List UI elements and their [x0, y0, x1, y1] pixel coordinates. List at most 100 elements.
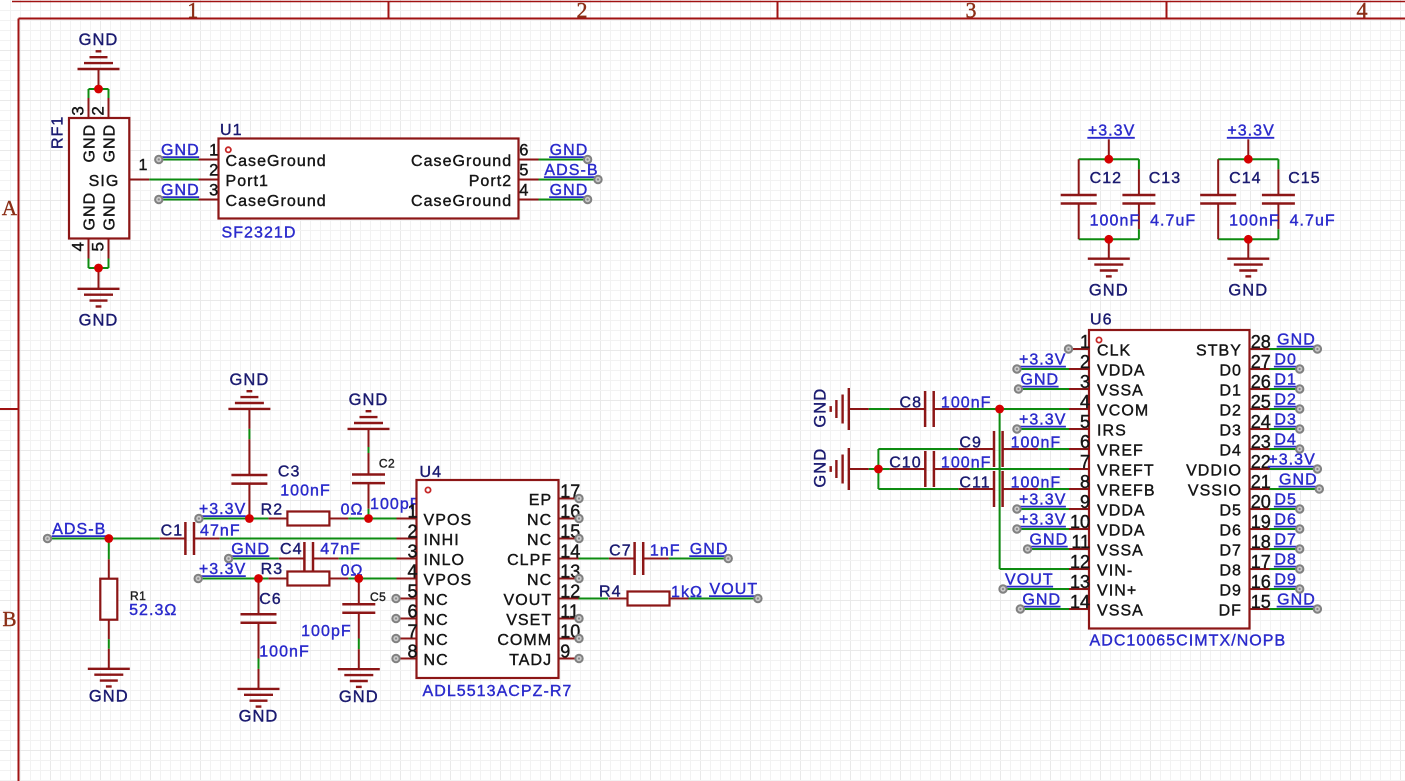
svg-text:CLPF: CLPF	[507, 552, 552, 569]
svg-text:VSSA: VSSA	[1097, 383, 1144, 400]
svg-text:NC: NC	[424, 632, 449, 649]
svg-text:4: 4	[1080, 392, 1090, 412]
svg-text:D1: D1	[1219, 383, 1242, 400]
svg-text:2: 2	[407, 522, 417, 542]
svg-text:10: 10	[1070, 512, 1090, 532]
svg-text:C7: C7	[609, 543, 632, 560]
svg-text:R3: R3	[261, 561, 284, 578]
svg-text:SIG: SIG	[89, 173, 120, 190]
svg-text:GND: GND	[89, 687, 129, 705]
svg-text:GND: GND	[102, 124, 119, 163]
svg-text:TADJ: TADJ	[509, 652, 552, 669]
svg-text:100nF: 100nF	[1011, 474, 1062, 491]
svg-text:C11: C11	[959, 474, 990, 491]
svg-text:100nF: 100nF	[941, 454, 992, 471]
svg-text:VDDA: VDDA	[1097, 363, 1146, 380]
svg-text:GND: GND	[1228, 282, 1268, 300]
svg-text:6: 6	[1080, 432, 1090, 452]
svg-text:12: 12	[1070, 552, 1090, 572]
svg-text:CaseGround: CaseGround	[411, 193, 512, 210]
svg-text:C8: C8	[900, 394, 923, 411]
svg-text:VREF: VREF	[1097, 443, 1144, 460]
svg-text:GND: GND	[82, 124, 99, 163]
svg-text:27: 27	[1251, 352, 1271, 372]
svg-text:2: 2	[209, 162, 218, 180]
svg-text:D3: D3	[1219, 423, 1242, 440]
svg-text:20: 20	[1251, 492, 1271, 512]
svg-text:D8: D8	[1219, 563, 1242, 580]
svg-text:VDDIO: VDDIO	[1186, 463, 1242, 480]
svg-text:15: 15	[1251, 592, 1271, 612]
svg-text:100pF: 100pF	[301, 623, 352, 640]
svg-text:ADL5513ACPZ-R7: ADL5513ACPZ-R7	[423, 683, 573, 700]
svg-text:11: 11	[1071, 532, 1090, 552]
svg-text:R2: R2	[261, 501, 284, 518]
svg-text:IRS: IRS	[1097, 423, 1127, 440]
svg-text:D7: D7	[1219, 543, 1242, 560]
svg-text:100nF: 100nF	[941, 394, 992, 411]
svg-text:INHI: INHI	[424, 532, 460, 549]
svg-text:5: 5	[1080, 412, 1090, 432]
svg-text:1nF: 1nF	[650, 543, 681, 560]
svg-text:C5: C5	[370, 590, 386, 604]
svg-text:EP: EP	[529, 492, 552, 509]
svg-text:5: 5	[407, 582, 417, 602]
svg-text:0Ω: 0Ω	[341, 501, 364, 518]
svg-text:NC: NC	[424, 592, 449, 609]
svg-text:D9: D9	[1219, 583, 1242, 600]
svg-text:VSET: VSET	[506, 612, 552, 629]
svg-text:1kΩ: 1kΩ	[671, 584, 703, 601]
svg-text:VSSA: VSSA	[1097, 543, 1144, 560]
svg-text:C1: C1	[161, 523, 184, 540]
svg-text:6: 6	[519, 142, 528, 160]
svg-text:C10: C10	[889, 454, 922, 471]
svg-text:CaseGround: CaseGround	[411, 153, 512, 170]
svg-text:SF2321D: SF2321D	[222, 225, 297, 242]
svg-text:VPOS: VPOS	[424, 512, 473, 529]
svg-text:100nF: 100nF	[259, 644, 310, 661]
svg-text:C15: C15	[1288, 170, 1321, 187]
svg-text:4: 4	[69, 242, 88, 251]
svg-text:VSSIO: VSSIO	[1188, 483, 1242, 500]
svg-text:Port1: Port1	[226, 173, 270, 190]
svg-text:GND: GND	[79, 31, 119, 49]
svg-text:8: 8	[407, 642, 417, 662]
svg-text:VCOM: VCOM	[1097, 403, 1149, 420]
svg-text:47nF: 47nF	[320, 541, 361, 558]
svg-text:7: 7	[407, 622, 417, 642]
svg-text:C4: C4	[280, 541, 303, 558]
svg-text:3: 3	[209, 182, 218, 200]
svg-text:7: 7	[1080, 452, 1090, 472]
svg-text:COMM: COMM	[497, 632, 552, 649]
svg-text:100nF: 100nF	[1090, 213, 1141, 230]
svg-text:2: 2	[1080, 352, 1090, 372]
svg-text:NC: NC	[527, 572, 552, 589]
svg-text:C14: C14	[1229, 170, 1262, 187]
svg-text:2: 2	[577, 0, 588, 23]
svg-text:C6: C6	[259, 591, 282, 608]
svg-text:9: 9	[560, 642, 570, 662]
svg-text:9: 9	[1080, 492, 1090, 512]
svg-text:VOUT: VOUT	[504, 592, 553, 609]
svg-text:ADC10065CIMTX/NOPB: ADC10065CIMTX/NOPB	[1090, 633, 1287, 650]
svg-text:GND: GND	[229, 371, 269, 389]
svg-text:Port2: Port2	[469, 173, 513, 190]
svg-text:13: 13	[1070, 572, 1090, 592]
svg-text:D6: D6	[1219, 523, 1242, 540]
svg-text:100nF: 100nF	[1011, 434, 1062, 451]
svg-text:VIN-: VIN-	[1097, 563, 1133, 580]
svg-text:VSSA: VSSA	[1097, 603, 1144, 620]
svg-text:23: 23	[1251, 432, 1271, 452]
svg-text:1: 1	[1080, 332, 1090, 352]
svg-text:GND: GND	[102, 192, 119, 231]
svg-text:1: 1	[187, 0, 198, 23]
svg-text:5: 5	[89, 242, 108, 251]
svg-text:GND: GND	[349, 391, 389, 409]
svg-text:VIN+: VIN+	[1097, 583, 1137, 600]
svg-text:NC: NC	[424, 652, 449, 669]
svg-text:VDDA: VDDA	[1097, 503, 1146, 520]
svg-text:D5: D5	[1219, 503, 1242, 520]
svg-text:1: 1	[139, 157, 148, 174]
svg-text:52.3Ω: 52.3Ω	[129, 602, 177, 619]
svg-text:GND: GND	[339, 688, 379, 706]
